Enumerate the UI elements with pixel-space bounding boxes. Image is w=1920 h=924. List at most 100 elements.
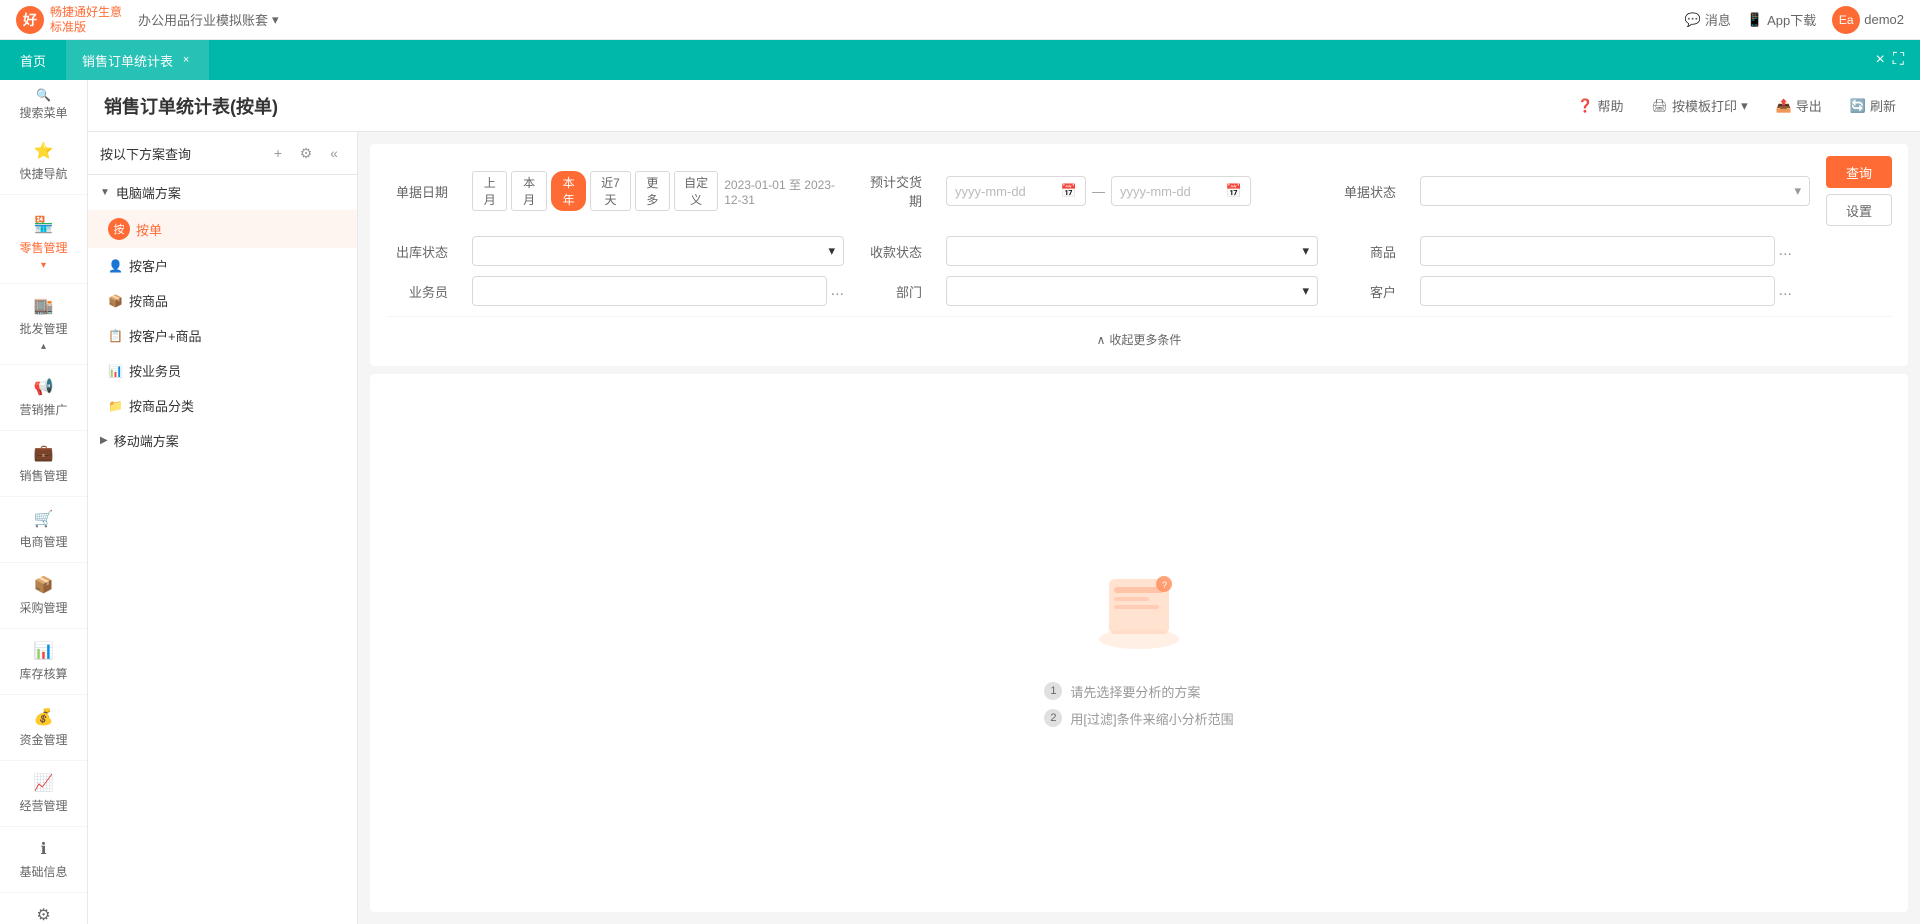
department-dropdown-icon: ▾ [1302, 283, 1309, 299]
calendar-icon-2: 📅 [1226, 183, 1242, 199]
operations-icon: 📈 [34, 773, 54, 793]
left-panel-title: 按以下方案查询 [100, 144, 191, 163]
user-area[interactable]: Ea demo2 [1832, 6, 1904, 34]
tree-item-by-customer-goods[interactable]: 📋 按客户+商品 [88, 318, 357, 353]
tree-parent-pc[interactable]: ▼ 电脑端方案 [88, 175, 357, 210]
template-print-btn[interactable]: 🖨 按模板打印 ▾ [1644, 92, 1756, 119]
customer-label: 客户 [1334, 282, 1404, 301]
add-icon: + [274, 145, 282, 161]
payment-label: 收款状态 [860, 242, 930, 261]
logo-icon: 好 [16, 6, 44, 34]
tree-item-by-customer[interactable]: 👤 按客户 [88, 248, 357, 283]
expected-date-group: yyyy-mm-dd 📅 — yyyy-mm-dd 📅 [946, 176, 1251, 206]
customer-more-btn[interactable]: ... [1779, 282, 1792, 300]
date-btn-custom[interactable]: 自定义 [674, 171, 718, 211]
help-icon: ❓ [1577, 98, 1593, 114]
customer-input[interactable] [1420, 276, 1775, 306]
retail-icon: 🏪 [34, 215, 54, 235]
payment-select[interactable]: ▾ [946, 236, 1318, 266]
collapse-icon: « [330, 145, 338, 161]
main-layout: 🔍 搜索菜单 ⭐ 快捷导航 🏪 零售管理 ▾ 🏬 批发管理 ▴ 📢 营销推广 💼… [0, 80, 1920, 924]
left-panel: 按以下方案查询 + ⚙ « ▼ 电脑端 [88, 132, 358, 924]
delivery-select[interactable]: ▾ [472, 236, 844, 266]
export-btn[interactable]: 📤 导出 [1768, 92, 1830, 119]
tree-item-by-goods[interactable]: 📦 按商品 [88, 283, 357, 318]
customer-tree-icon: 👤 [108, 259, 123, 273]
sidebar-item-retail[interactable]: 🏪 零售管理 ▾ [0, 203, 87, 284]
empty-steps: 1 请先选择要分析的方案 2 用[过滤]条件来缩小分析范围 [1044, 682, 1233, 728]
page-actions: ❓ 帮助 🖨 按模板打印 ▾ 📤 导出 🔄 刷新 [1569, 92, 1904, 119]
svg-text:?: ? [1162, 580, 1167, 590]
date-btn-7days[interactable]: 近7天 [590, 171, 630, 211]
tab-sales-order[interactable]: 销售订单统计表 × [66, 40, 209, 80]
help-btn[interactable]: ❓ 帮助 [1569, 92, 1631, 119]
salesperson-more-btn[interactable]: ... [831, 282, 844, 300]
sidebar-item-ecommerce[interactable]: 🛒 电商管理 [0, 497, 87, 563]
avatar: Ea [1832, 6, 1860, 34]
add-scheme-btn[interactable]: + [267, 142, 289, 164]
step-num-2: 2 [1044, 709, 1062, 727]
sidebar-item-basic[interactable]: ℹ 基础信息 [0, 827, 87, 893]
sidebar-item-wholesale[interactable]: 🏬 批发管理 ▴ [0, 284, 87, 365]
salesperson-tree-icon: 📊 [108, 364, 123, 378]
right-panel: 单据日期 上月 本月 本年 近7天 更多 自定义 2023-01-01 至 20… [358, 132, 1920, 924]
logo-area: 好 畅捷通好生意 标准版 [16, 5, 122, 34]
empty-svg: ? [1079, 559, 1199, 659]
department-label: 部门 [860, 282, 930, 301]
sidebar-item-sales[interactable]: 💼 销售管理 [0, 431, 87, 497]
goods-more-btn[interactable]: ... [1779, 242, 1792, 260]
sidebar-item-shortcut[interactable]: ⭐ 快捷导航 [0, 129, 87, 195]
page-header: 销售订单统计表(按单) ❓ 帮助 🖨 按模板打印 ▾ 📤 导出 🔄 刷新 [88, 80, 1920, 132]
expected-date-from[interactable]: yyyy-mm-dd 📅 [946, 176, 1086, 206]
expected-date-to[interactable]: yyyy-mm-dd 📅 [1111, 176, 1251, 206]
goods-category-tree-icon: 📁 [108, 399, 123, 413]
top-bar-left: 好 畅捷通好生意 标准版 办公用品行业模拟账套 ▾ [16, 5, 287, 34]
refresh-btn[interactable]: 🔄 刷新 [1842, 92, 1904, 119]
sidebar-item-system[interactable]: ⚙ 系统管理 [0, 893, 87, 924]
sidebar-item-marketing[interactable]: 📢 营销推广 [0, 365, 87, 431]
order-status-select[interactable]: ▾ [1420, 176, 1810, 206]
sidebar-item-operations[interactable]: 📈 经营管理 [0, 761, 87, 827]
wholesale-icon: 🏬 [34, 296, 54, 316]
tab-close-btn[interactable]: × [179, 53, 193, 67]
order-status-label: 单据状态 [1334, 182, 1404, 201]
date-btn-last-month[interactable]: 上月 [472, 171, 507, 211]
tree-arrow-icon: ▼ [100, 187, 110, 198]
tab-home[interactable]: 首页 [0, 40, 66, 80]
sales-icon: 💼 [34, 443, 54, 463]
date-btn-more[interactable]: 更多 [635, 171, 670, 211]
delivery-dropdown-icon: ▾ [828, 243, 835, 259]
date-btn-this-month[interactable]: 本月 [511, 171, 546, 211]
expand-btn[interactable]: ⛶ [1893, 51, 1904, 69]
date-buttons: 上月 本月 本年 近7天 更多 自定义 [472, 171, 718, 211]
settings-button[interactable]: 设置 [1826, 194, 1892, 226]
tree-item-by-salesperson[interactable]: 📊 按业务员 [88, 353, 357, 388]
system-icon: ⚙ [36, 905, 50, 924]
top-bar: 好 畅捷通好生意 标准版 办公用品行业模拟账套 ▾ 💬 消息 📱 App下载 E… [0, 0, 1920, 40]
collapse-filters-btn[interactable]: ∧ 收起更多条件 [1091, 325, 1188, 354]
department-select[interactable]: ▾ [946, 276, 1318, 306]
logo-text: 畅捷通好生意 标准版 [50, 5, 122, 34]
goods-input[interactable] [1420, 236, 1775, 266]
department-wrap: ▾ [946, 276, 1318, 306]
tree-item-by-order[interactable]: 按 按单 [88, 210, 357, 248]
retail-arrow: ▾ [41, 260, 46, 271]
app-download-action[interactable]: 📱 App下载 [1747, 10, 1816, 29]
collapse-panel-btn[interactable]: « [323, 142, 345, 164]
date-btn-this-year[interactable]: 本年 [551, 171, 586, 211]
sidebar-item-finance[interactable]: 💰 资金管理 [0, 695, 87, 761]
message-action[interactable]: 💬 消息 [1685, 10, 1731, 29]
sidebar-item-purchase[interactable]: 📦 采购管理 [0, 563, 87, 629]
goods-input-wrap: ... [1420, 236, 1792, 266]
close-window-btn[interactable]: × [1875, 51, 1884, 69]
tree-item-by-goods-category[interactable]: 📁 按商品分类 [88, 388, 357, 423]
sidebar-item-inventory[interactable]: 📊 库存核算 [0, 629, 87, 695]
tree-parent-mobile[interactable]: ▶ 移动端方案 [88, 423, 357, 458]
salesperson-input[interactable] [472, 276, 827, 306]
settings-scheme-btn[interactable]: ⚙ [295, 142, 317, 164]
app-selector[interactable]: 办公用品行业模拟账套 ▾ [130, 6, 287, 33]
action-btn-group: 查询 设置 [1826, 156, 1892, 226]
sidebar-search[interactable]: 🔍 搜索菜单 [0, 80, 87, 129]
query-button[interactable]: 查询 [1826, 156, 1892, 188]
page-title: 销售订单统计表(按单) [104, 93, 278, 119]
